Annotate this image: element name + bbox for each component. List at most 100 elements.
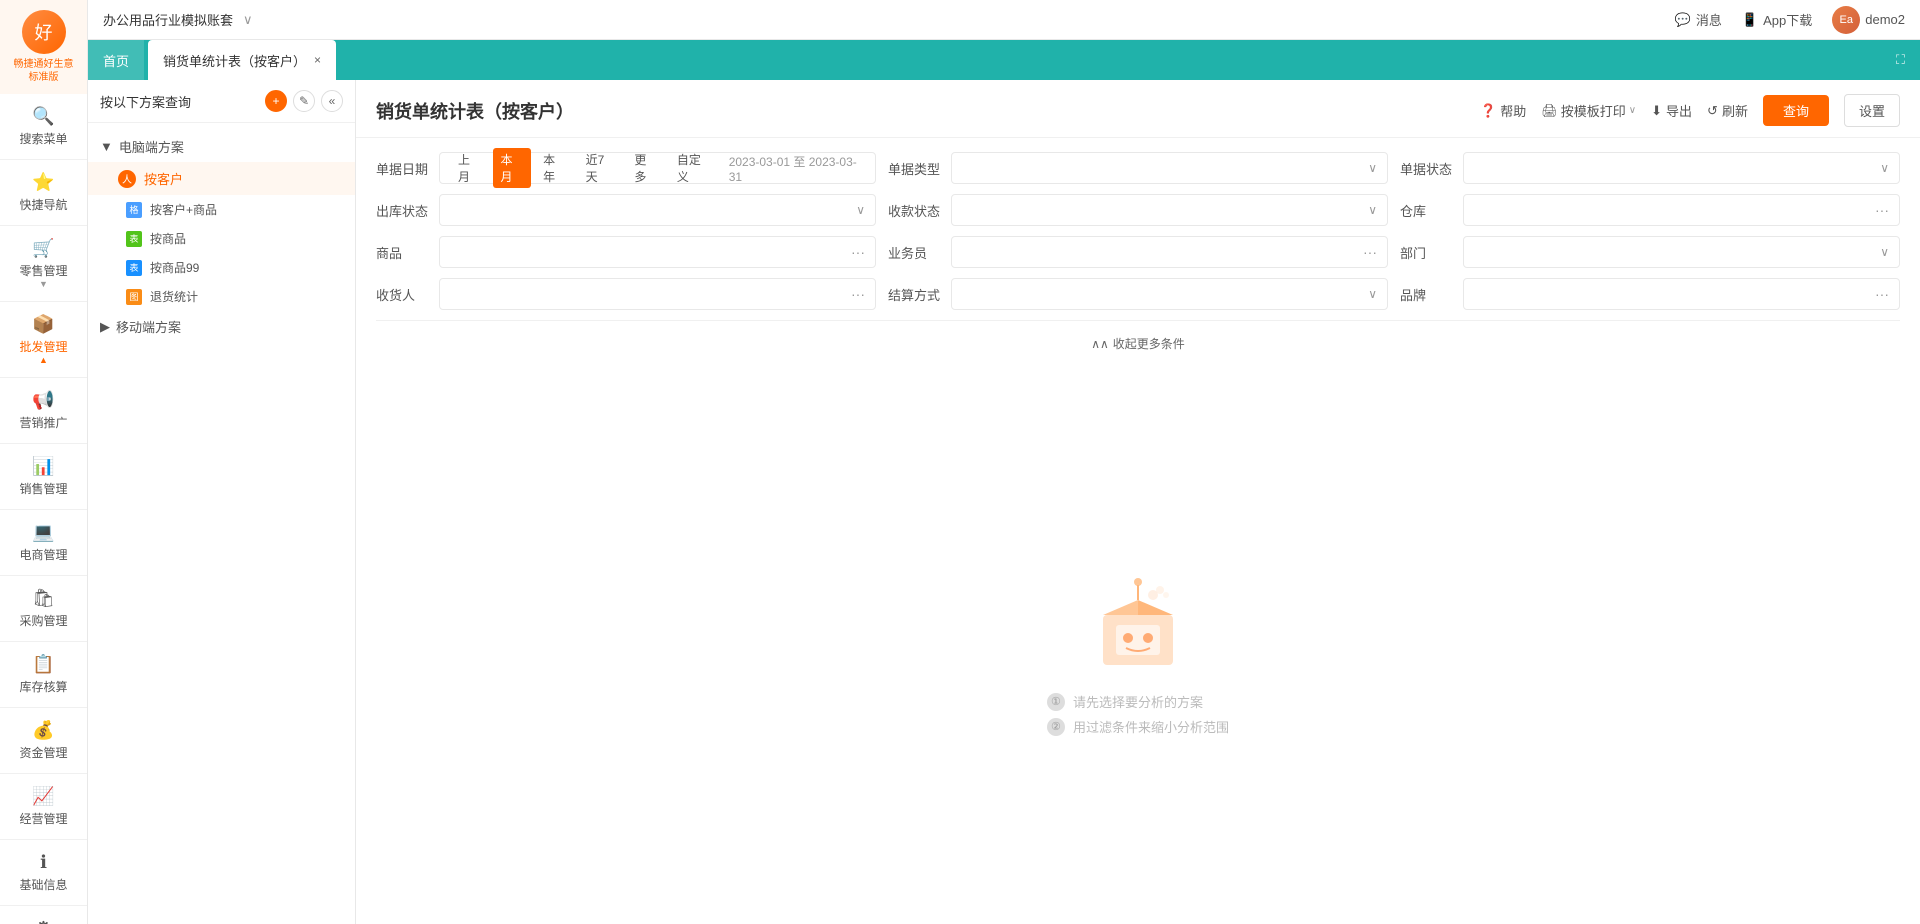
filter-row-1: 单据日期 上月 本月 本年 近7天 更多 自定义 2023-03-01 至 20… [376,152,1900,184]
sidebar-item-shortcuts[interactable]: ⭐ 快捷导航 [0,160,87,226]
collect-status-arrow-icon: ∨ [1368,203,1377,217]
filter-item-warehouse: 仓库 ··· [1400,194,1900,226]
scheme-subitem-goods[interactable]: 表 按商品 [88,224,355,253]
scheme-subitem-goods99[interactable]: 表 按商品99 [88,253,355,282]
tree-group-desktop-title[interactable]: ▼ 电脑端方案 [88,131,355,162]
warehouse-dots-icon[interactable]: ··· [1875,202,1889,218]
dept-input[interactable]: ∨ [1463,236,1900,268]
app-logo: 好 畅捷通好生意 标准版 [0,0,87,94]
print-icon: 🖨 [1541,103,1558,119]
scheme-label-customer-goods: 按客户+商品 [150,201,217,218]
salesman-dots-icon[interactable]: ··· [1363,244,1377,260]
order-type-input[interactable]: ∨ [951,152,1388,184]
tree-group-desktop-label: 电脑端方案 [119,137,184,156]
ecommerce-icon: 💻 [32,522,54,543]
sidebar-item-search[interactable]: 🔍 搜索菜单 [0,94,87,160]
sidebar-item-ecommerce[interactable]: 💻 电商管理 [0,510,87,576]
sidebar-item-wholesale-label: 批发管理 [19,338,67,355]
sidebar-item-operations[interactable]: 📈 经营管理 [0,774,87,840]
basics-icon: ℹ [40,852,47,873]
date-tab-7days[interactable]: 近7天 [578,148,623,188]
sidebar-item-purchase[interactable]: 🛍 采购管理 [0,576,87,642]
date-tab-lastmonth[interactable]: 上月 [450,148,489,188]
dropdown-arrow-icon[interactable]: ∨ [243,12,253,28]
receiver-dots-icon[interactable]: ··· [851,286,865,302]
scheme-subicon-chart: 图 [126,289,142,305]
main-panel: 销货单统计表（按客户） ❓ 帮助 🖨 按模板打印 ∨ ⬇ 导出 [356,80,1920,924]
sidebar-item-retail[interactable]: 🛒 零售管理 ▼ [0,226,87,302]
settlement-arrow-icon: ∨ [1368,287,1377,301]
scheme-edit-btn[interactable]: ✎ [293,90,315,112]
date-range-text: 2023-03-01 至 2023-03-31 [729,153,865,184]
collapse-btn[interactable]: ∧∧ 收起更多条件 [1085,329,1191,358]
collect-status-input[interactable]: ∨ [951,194,1388,226]
collapse-up-icon: ∧∧ [1091,337,1109,351]
tree-group-desktop: ▼ 电脑端方案 人 按客户 格 按客户+商品 表 按 [88,131,355,311]
refresh-btn[interactable]: ↺ 刷新 [1707,101,1748,120]
empty-illustration [1078,560,1198,680]
goods-label: 商品 [376,243,431,262]
sidebar-item-finance[interactable]: 💰 资金管理 [0,708,87,774]
salesman-input[interactable]: ··· [951,236,1388,268]
date-tab-thismonth[interactable]: 本月 [493,148,532,188]
brand-dots-icon[interactable]: ··· [1875,286,1889,302]
filter-row-4: 收货人 ··· 结算方式 ∨ 品牌 [376,278,1900,310]
filter-item-receiver: 收货人 ··· [376,278,876,310]
star-icon: ⭐ [32,172,54,193]
sidebar-item-sales-label: 销售管理 [19,480,67,497]
sidebar-item-marketing[interactable]: 📢 营销推广 [0,378,87,444]
export-btn[interactable]: ⬇ 导出 [1651,101,1692,120]
scheme-panel: 按以下方案查询 + ✎ « ▼ 电脑端方案 人 按客 [88,80,356,924]
scheme-label-customer: 按客户 [144,169,183,188]
scheme-icon-customer: 人 [118,170,136,188]
query-btn[interactable]: 查询 [1763,95,1829,126]
scheme-subitem-return[interactable]: 图 退货统计 [88,282,355,311]
filter-row-2: 出库状态 ∨ 收款状态 ∨ 仓库 [376,194,1900,226]
scheme-collapse-btn[interactable]: « [321,90,343,112]
print-btn[interactable]: 🖨 按模板打印 ∨ [1541,101,1636,120]
settlement-input[interactable]: ∨ [951,278,1388,310]
receiver-input[interactable]: ··· [439,278,876,310]
tab-home[interactable]: 首页 [88,40,144,80]
scheme-label-goods99: 按商品99 [150,259,199,276]
date-tab-more[interactable]: 更多 [626,148,665,188]
help-btn[interactable]: ❓ 帮助 [1480,101,1526,120]
sidebar-item-system[interactable]: ⚙ 系统管理 [0,906,87,924]
date-filter-input[interactable]: 上月 本月 本年 近7天 更多 自定义 2023-03-01 至 2023-03… [439,152,876,184]
out-status-input[interactable]: ∨ [439,194,876,226]
scheme-subitem-customer-goods[interactable]: 格 按客户+商品 [88,195,355,224]
tree-group-mobile-arrow-icon: ▶ [100,319,110,335]
message-btn[interactable]: 💬 消息 [1675,10,1722,29]
setting-btn[interactable]: 设置 [1844,94,1900,127]
sidebar-item-inventory[interactable]: 📋 库存核算 [0,642,87,708]
tab-close-icon[interactable]: × [314,53,321,67]
date-tab-custom[interactable]: 自定义 [669,148,719,188]
goods-input[interactable]: ··· [439,236,876,268]
tree-group-mobile-title[interactable]: ▶ 移动端方案 [88,311,355,342]
hint-text-2: 用过滤条件来缩小分析范围 [1073,717,1229,736]
filter-item-goods: 商品 ··· [376,236,876,268]
empty-state: ① 请先选择要分析的方案 ② 用过滤条件来缩小分析范围 [356,372,1920,924]
filter-row-3: 商品 ··· 业务员 ··· 部门 [376,236,1900,268]
sidebar-item-search-label: 搜索菜单 [19,130,67,147]
scheme-add-btn[interactable]: + [265,90,287,112]
message-label: 消息 [1696,10,1722,29]
page-header: 销货单统计表（按客户） ❓ 帮助 🖨 按模板打印 ∨ ⬇ 导出 [356,80,1920,138]
order-type-label: 单据类型 [888,159,943,178]
sidebar-item-sales[interactable]: 📊 销售管理 [0,444,87,510]
order-status-input[interactable]: ∨ [1463,152,1900,184]
tab-sales-stats[interactable]: 销货单统计表（按客户） × [148,40,336,80]
sidebar-item-basics-label: 基础信息 [19,876,67,893]
sidebar-item-wholesale[interactable]: 📦 批发管理 ▲ [0,302,87,378]
warehouse-input[interactable]: ··· [1463,194,1900,226]
user-menu[interactable]: Ea demo2 [1832,6,1905,34]
date-tab-thisyear[interactable]: 本年 [535,148,574,188]
app-download-btn[interactable]: 📱 App下载 [1742,10,1812,29]
sidebar-item-basics[interactable]: ℹ 基础信息 [0,840,87,906]
brand-input[interactable]: ··· [1463,278,1900,310]
message-icon: 💬 [1675,12,1691,28]
sidebar-item-operations-label: 经营管理 [19,810,67,827]
maximize-icon[interactable]: ⛶ [1881,52,1920,68]
goods-dots-icon[interactable]: ··· [851,244,865,260]
scheme-item-customer[interactable]: 人 按客户 [88,162,355,195]
